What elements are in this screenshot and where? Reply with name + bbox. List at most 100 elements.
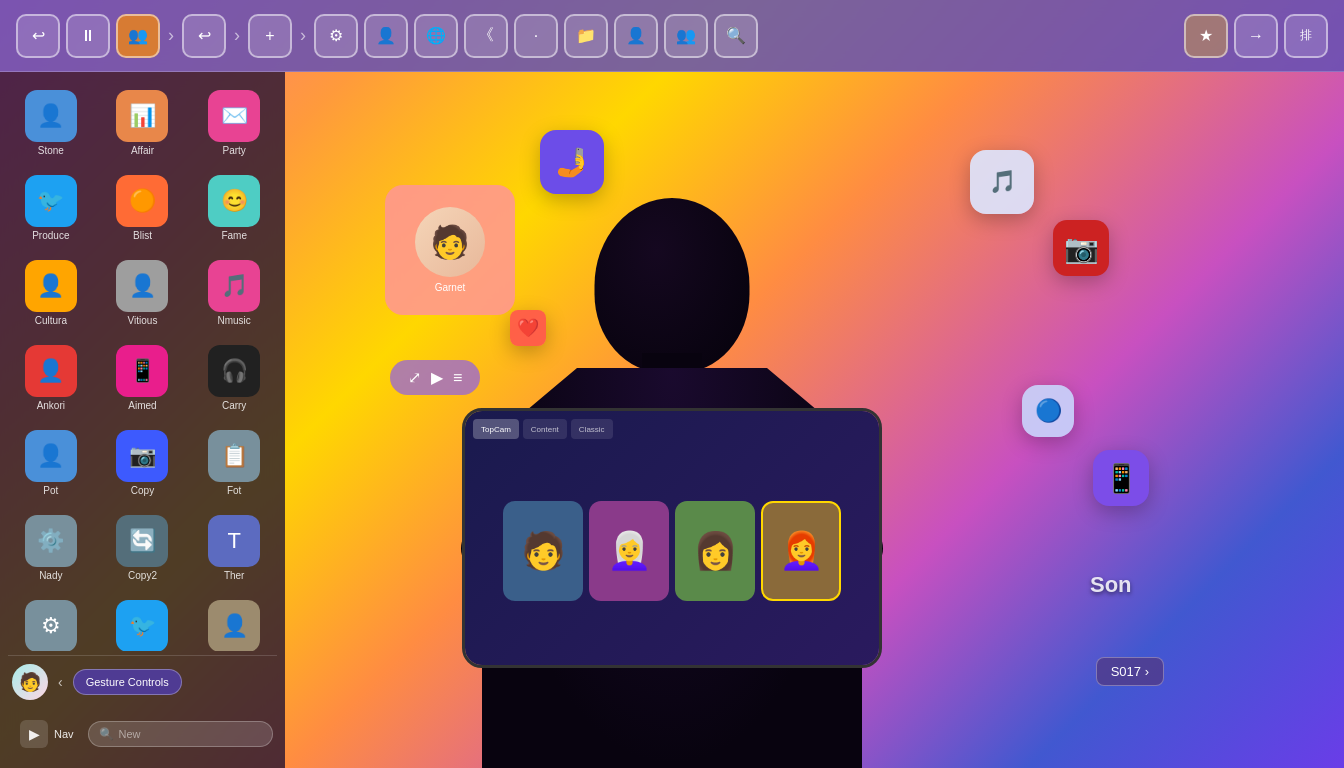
- expand-icon[interactable]: ⤢: [408, 368, 421, 387]
- search-toolbar-btn[interactable]: 🔍: [714, 14, 758, 58]
- app-label-party: Party: [222, 145, 245, 157]
- s017-button[interactable]: S017 ›: [1096, 657, 1164, 686]
- app-grid: 👤Stone📊Affair✉️Party🐦Produce🟠Blist😊Fame👤…: [8, 84, 277, 651]
- separator-2: ›: [234, 25, 240, 46]
- app-item-fot[interactable]: 📋Fot: [191, 424, 277, 503]
- app-item-live[interactable]: 🐦Live: [100, 594, 186, 651]
- app-item-nmusic[interactable]: 🎵Nmusic: [191, 254, 277, 333]
- tablet-avatars: 🧑👩‍🦳👩👩‍🦰: [473, 445, 871, 657]
- sidebar-bottom: 🧑 ‹ Gesture Controls: [8, 655, 277, 708]
- son-text: Son: [1090, 572, 1132, 598]
- app-item-party[interactable]: ✉️Party: [191, 84, 277, 163]
- app-item-fobs[interactable]: 👤Fobs: [191, 594, 277, 651]
- tablet-top-bar: TopCamContentClassic: [473, 419, 871, 439]
- app-item-ankori[interactable]: 👤Ankori: [8, 339, 94, 418]
- forward-button[interactable]: →: [1234, 14, 1278, 58]
- tablet-tab-topcam[interactable]: TopCam: [473, 419, 519, 439]
- profile-mini-icon[interactable]: 🧑: [12, 664, 48, 700]
- pause-button[interactable]: ⏸: [66, 14, 110, 58]
- app-item-blist[interactable]: 🟠Blist: [100, 169, 186, 248]
- settings-icon[interactable]: ≡: [453, 369, 462, 387]
- sidebar: 👤Stone📊Affair✉️Party🐦Produce🟠Blist😊Fame👤…: [0, 72, 285, 768]
- tablet-avatar-3[interactable]: 👩‍🦰: [761, 501, 841, 601]
- floating-icon-1: 🤳: [540, 130, 604, 194]
- app-icon-aimed: 📱: [116, 345, 168, 397]
- app-item-cultura[interactable]: 👤 Cultura: [8, 254, 94, 333]
- app-item-produce[interactable]: 🐦 Produce: [8, 169, 94, 248]
- star-button[interactable]: ★: [1184, 14, 1228, 58]
- tablet-tab-content[interactable]: Content: [523, 419, 567, 439]
- group-icon-btn[interactable]: 👥: [664, 14, 708, 58]
- app-label-nady: Nady: [39, 570, 62, 582]
- app-label-carry: Carry: [222, 400, 246, 412]
- app-icon-produce: 🐦: [25, 175, 77, 227]
- folder-icon-btn[interactable]: 📁: [564, 14, 608, 58]
- app-item-nady[interactable]: ⚙️ Nady: [8, 509, 94, 588]
- nav-item[interactable]: ▶ Nav: [12, 712, 82, 756]
- app-icon-ankori: 👤: [25, 345, 77, 397]
- app-icon-blist: 🟠: [116, 175, 168, 227]
- tablet-screen: TopCamContentClassic 🧑👩‍🦳👩👩‍🦰: [465, 411, 879, 665]
- app-icon-copy: 📷: [116, 430, 168, 482]
- app-item-carry[interactable]: 🎧 Carry: [191, 339, 277, 418]
- gesture-label: Gesture Controls: [86, 676, 169, 688]
- app-item-ther[interactable]: TTher: [191, 509, 277, 588]
- person-icon-btn[interactable]: 👤: [614, 14, 658, 58]
- app-label-cultura: Cultura: [35, 315, 67, 327]
- avatar-card: 🧑 Garnet: [385, 185, 515, 315]
- floating-icon-2: 🎵: [970, 150, 1034, 214]
- app-item-aimed[interactable]: 📱Aimed: [100, 339, 186, 418]
- search-input[interactable]: [119, 728, 199, 740]
- gesture-controls-button[interactable]: Gesture Controls: [73, 669, 182, 695]
- tablet-tab-classic[interactable]: Classic: [571, 419, 613, 439]
- controls-bar: ⤢ ▶ ≡: [390, 360, 480, 395]
- app-item-copy[interactable]: 📷Copy: [100, 424, 186, 503]
- floating-icon-6: 📱: [1093, 450, 1149, 506]
- chevron-icon: ‹: [58, 674, 63, 690]
- people-button[interactable]: 👥: [116, 14, 160, 58]
- tablet-avatar-1[interactable]: 👩‍🦳: [589, 501, 669, 601]
- app-item-copy2[interactable]: 🔄Copy2: [100, 509, 186, 588]
- search-bar[interactable]: 🔍: [88, 721, 273, 747]
- globe-icon-btn[interactable]: 🌐: [414, 14, 458, 58]
- sort-button[interactable]: 排: [1284, 14, 1328, 58]
- app-label-fot: Fot: [227, 485, 241, 497]
- app-item-stone[interactable]: 👤Stone: [8, 84, 94, 163]
- app-icon-affair: 📊: [116, 90, 168, 142]
- app-item-pot[interactable]: 👤Pot: [8, 424, 94, 503]
- app-icon-carry: 🎧: [208, 345, 260, 397]
- app-label-copy2: Copy2: [128, 570, 157, 582]
- app-icon-fobs: 👤: [208, 600, 260, 651]
- app-label-pot: Pot: [43, 485, 58, 497]
- app-label-affair: Affair: [131, 145, 154, 157]
- plus-button[interactable]: +: [248, 14, 292, 58]
- app-icon-fame: 😊: [208, 175, 260, 227]
- app-label-produce: Produce: [32, 230, 69, 242]
- dot-icon-btn[interactable]: ·: [514, 14, 558, 58]
- tablet-avatar-2[interactable]: 👩: [675, 501, 755, 601]
- app-icon-nady: ⚙️: [25, 515, 77, 567]
- app-icon-stone: 👤: [25, 90, 77, 142]
- arrows-icon-btn[interactable]: 《: [464, 14, 508, 58]
- share-button[interactable]: ↩: [182, 14, 226, 58]
- floating-icon-4: ❤️: [510, 310, 546, 346]
- app-icon-cultura: 👤: [25, 260, 77, 312]
- play-icon[interactable]: ▶: [431, 368, 443, 387]
- avatar-label: Garnet: [435, 282, 466, 293]
- app-item-fame[interactable]: 😊Fame: [191, 169, 277, 248]
- app-icon-live: 🐦: [116, 600, 168, 651]
- app-label-nmusic: Nmusic: [217, 315, 250, 327]
- floating-icon-5: 🔵: [1022, 385, 1074, 437]
- app-item-elen[interactable]: ⚙Elen: [8, 594, 94, 651]
- settings-icon-btn[interactable]: ⚙: [314, 14, 358, 58]
- floating-icon-3: 📷: [1053, 220, 1109, 276]
- silhouette-head: [595, 198, 750, 373]
- avatar-face: 🧑: [415, 207, 485, 277]
- back-button[interactable]: ↩: [16, 14, 60, 58]
- user-icon-btn[interactable]: 👤: [364, 14, 408, 58]
- app-item-affair[interactable]: 📊 Affair: [100, 84, 186, 163]
- separator-3: ›: [300, 25, 306, 46]
- app-icon-ther: T: [208, 515, 260, 567]
- tablet-avatar-0[interactable]: 🧑: [503, 501, 583, 601]
- app-item-vitious[interactable]: 👤Vitious: [100, 254, 186, 333]
